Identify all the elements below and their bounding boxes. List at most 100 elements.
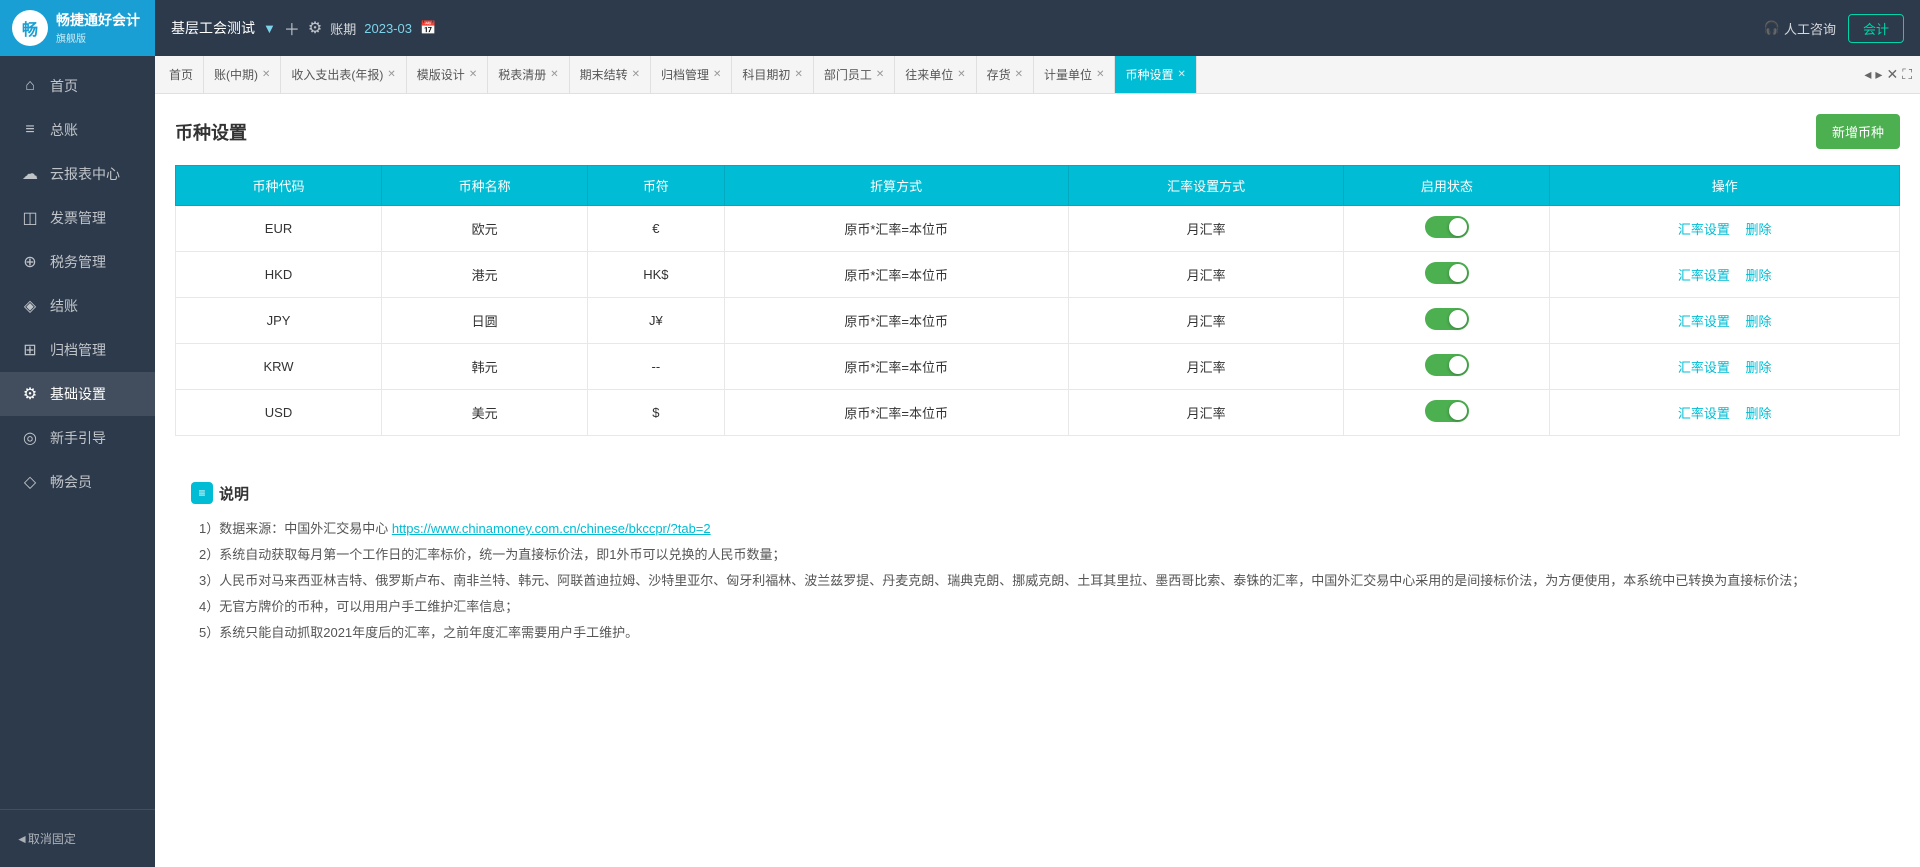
sidebar-item-member[interactable]: ◇ 畅会员 <box>0 460 155 504</box>
main-area: 基层工会测试 ▼ ＋ ⚙ 账期 2023-03 📅 🎧 人工咨询 会计 首页 账… <box>155 0 1920 867</box>
content-area: 币种设置 新增币种 币种代码 币种名称 币符 折算方式 汇率设置方式 启用状态 … <box>155 94 1920 867</box>
tabs-bar: 首页 账(中期) ✕ 收入支出表(年报) ✕ 模版设计 ✕ 税表清册 ✕ 期末结… <box>155 56 1920 94</box>
settings-button[interactable]: ⚙ <box>308 18 322 38</box>
sidebar-pin-button[interactable]: ◄取消固定 <box>0 820 155 857</box>
tab-template[interactable]: 模版设计 ✕ <box>407 56 488 94</box>
toggle-switch[interactable] <box>1425 216 1469 238</box>
rate-setting-link[interactable]: 汇率设置 <box>1678 360 1730 375</box>
tab-dept[interactable]: 部门员工 ✕ <box>814 56 895 94</box>
tab-partners[interactable]: 往来单位 ✕ <box>895 56 976 94</box>
toggle-switch[interactable] <box>1425 354 1469 376</box>
tab-label: 期末结转 <box>580 66 628 83</box>
cell-symbol: J¥ <box>588 298 724 344</box>
tab-close-icon[interactable]: ✕ <box>1096 69 1104 80</box>
rate-setting-link[interactable]: 汇率设置 <box>1678 314 1730 329</box>
sidebar-item-basic[interactable]: ⚙ 基础设置 <box>0 372 155 416</box>
tab-close-icon[interactable]: ✕ <box>1177 69 1185 80</box>
toggle-switch[interactable] <box>1425 308 1469 330</box>
tab-midterm[interactable]: 账(中期) ✕ <box>204 56 281 94</box>
tab-currency[interactable]: 币种设置 ✕ <box>1115 56 1196 94</box>
sidebar-item-label: 发票管理 <box>50 208 106 228</box>
tab-close-icon[interactable]: ✕ <box>262 69 270 80</box>
cell-symbol: $ <box>588 390 724 436</box>
tabs-next-button[interactable]: ▸ <box>1875 66 1882 83</box>
delete-link[interactable]: 删除 <box>1746 406 1772 421</box>
tab-label: 往来单位 <box>905 66 953 83</box>
delete-link[interactable]: 删除 <box>1746 360 1772 375</box>
tab-close-icon[interactable]: ✕ <box>1015 69 1023 80</box>
toggle-switch[interactable] <box>1425 262 1469 284</box>
tab-subjects[interactable]: 科目期初 ✕ <box>732 56 813 94</box>
cell-calc: 原币*汇率=本位币 <box>724 206 1068 252</box>
tab-close-icon[interactable]: ✕ <box>387 69 395 80</box>
cell-name: 美元 <box>382 390 588 436</box>
sidebar-item-reports[interactable]: ☁ 云报表中心 <box>0 152 155 196</box>
cell-status[interactable] <box>1344 298 1550 344</box>
period-label: 账期 <box>330 19 356 38</box>
sidebar-item-label: 畅会员 <box>50 472 92 492</box>
cloud-icon: ☁ <box>20 164 40 184</box>
help-button[interactable]: 🎧 人工咨询 <box>1764 19 1836 38</box>
page-title-row: 币种设置 新增币种 <box>175 114 1900 149</box>
tab-close-icon[interactable]: ✕ <box>794 69 802 80</box>
cell-status[interactable] <box>1344 344 1550 390</box>
sidebar-item-ledger[interactable]: ≡ 总账 <box>0 108 155 152</box>
accounting-button[interactable]: 会计 <box>1848 14 1904 43</box>
col-actions: 操作 <box>1550 166 1900 206</box>
col-calc: 折算方式 <box>724 166 1068 206</box>
tabs-prev-button[interactable]: ◂ <box>1864 66 1871 83</box>
add-tab-button[interactable]: ＋ <box>284 16 300 40</box>
cell-status[interactable] <box>1344 206 1550 252</box>
toggle-track <box>1425 308 1469 330</box>
toggle-switch[interactable] <box>1425 400 1469 422</box>
new-currency-button[interactable]: 新增币种 <box>1816 114 1900 149</box>
sidebar-item-invoice[interactable]: ◫ 发票管理 <box>0 196 155 240</box>
tab-close-icon[interactable]: ✕ <box>632 69 640 80</box>
tab-close-icon[interactable]: ✕ <box>957 69 965 80</box>
sidebar-item-tax[interactable]: ⊕ 税务管理 <box>0 240 155 284</box>
tab-close-icon[interactable]: ✕ <box>876 69 884 80</box>
sidebar-item-home[interactable]: ⌂ 首页 <box>0 64 155 108</box>
sidebar-bottom: ◄取消固定 <box>0 809 155 867</box>
cell-status[interactable] <box>1344 252 1550 298</box>
rate-setting-link[interactable]: 汇率设置 <box>1678 268 1730 283</box>
topbar-left: 基层工会测试 ▼ ＋ ⚙ 账期 2023-03 📅 <box>171 16 436 40</box>
notice-link[interactable]: https://www.chinamoney.com.cn/chinese/bk… <box>392 521 711 536</box>
cell-code: JPY <box>176 298 382 344</box>
tab-archive-mgmt[interactable]: 归档管理 ✕ <box>651 56 732 94</box>
cell-name: 日圆 <box>382 298 588 344</box>
ledger-icon: ≡ <box>20 121 40 139</box>
tab-annual[interactable]: 收入支出表(年报) ✕ <box>281 56 406 94</box>
cell-status[interactable] <box>1344 390 1550 436</box>
tab-inventory[interactable]: 存货 ✕ <box>977 56 1034 94</box>
rate-setting-link[interactable]: 汇率设置 <box>1678 406 1730 421</box>
dropdown-icon[interactable]: ▼ <box>263 21 276 36</box>
delete-link[interactable]: 删除 <box>1746 222 1772 237</box>
sidebar-item-label: 归档管理 <box>50 340 106 360</box>
tab-home[interactable]: 首页 <box>159 56 204 94</box>
settle-icon: ◈ <box>20 296 40 316</box>
cell-calc: 原币*汇率=本位币 <box>724 390 1068 436</box>
cell-actions: 汇率设置 删除 <box>1550 390 1900 436</box>
help-label: 人工咨询 <box>1784 19 1836 38</box>
tab-period-close[interactable]: 期末结转 ✕ <box>570 56 651 94</box>
tab-close-icon[interactable]: ✕ <box>550 69 558 80</box>
delete-link[interactable]: 删除 <box>1746 314 1772 329</box>
delete-link[interactable]: 删除 <box>1746 268 1772 283</box>
tab-close-icon[interactable]: ✕ <box>713 69 721 80</box>
sidebar-item-guide[interactable]: ◎ 新手引导 <box>0 416 155 460</box>
table-row: USD 美元 $ 原币*汇率=本位币 月汇率 汇率设置 删除 <box>176 390 1900 436</box>
tabs-close-button[interactable]: ✕ <box>1886 66 1898 83</box>
calendar-icon[interactable]: 📅 <box>420 20 436 36</box>
tabs-expand-button[interactable]: ⛶ <box>1902 66 1912 83</box>
sidebar-item-archive[interactable]: ⊞ 归档管理 <box>0 328 155 372</box>
tab-units[interactable]: 计量单位 ✕ <box>1034 56 1115 94</box>
settings-icon: ⚙ <box>20 384 40 404</box>
col-status: 启用状态 <box>1344 166 1550 206</box>
rate-setting-link[interactable]: 汇率设置 <box>1678 222 1730 237</box>
tab-close-icon[interactable]: ✕ <box>469 69 477 80</box>
tab-tax-book[interactable]: 税表清册 ✕ <box>488 56 569 94</box>
sidebar-item-settle[interactable]: ◈ 结账 <box>0 284 155 328</box>
topbar: 基层工会测试 ▼ ＋ ⚙ 账期 2023-03 📅 🎧 人工咨询 会计 <box>155 0 1920 56</box>
cell-rate: 月汇率 <box>1068 298 1344 344</box>
